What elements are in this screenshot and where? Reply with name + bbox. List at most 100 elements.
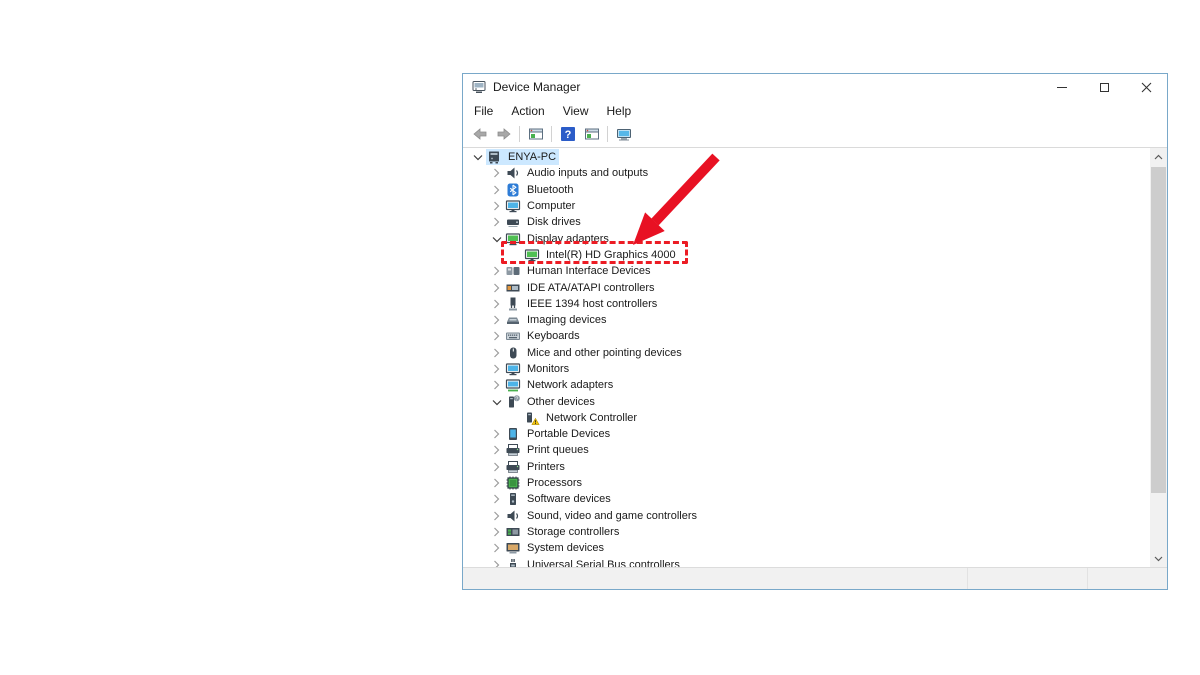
tree-item-content: System devices [505, 540, 607, 556]
maximize-button[interactable] [1083, 74, 1125, 100]
menu-view[interactable]: View [554, 102, 598, 120]
chevron-collapsed-icon[interactable] [488, 459, 505, 475]
tree-item-mice-and-other-pointing-devices[interactable]: Mice and other pointing devices [463, 345, 1167, 361]
tree-item-content: Network Controller [524, 410, 640, 426]
scroll-down-button[interactable] [1150, 550, 1167, 567]
speaker-icon [505, 508, 521, 524]
close-icon [1141, 82, 1152, 93]
tree-item-content: ENYA-PC [486, 149, 559, 165]
chevron-collapsed-icon[interactable] [488, 557, 505, 567]
chevron-collapsed-icon[interactable] [488, 475, 505, 491]
chevron-collapsed-icon[interactable] [488, 165, 505, 181]
minimize-button[interactable] [1041, 74, 1083, 100]
tree-item-label: Universal Serial Bus controllers [524, 558, 683, 567]
chevron-collapsed-icon[interactable] [488, 312, 505, 328]
close-button[interactable] [1125, 74, 1167, 100]
chevron-expanded-icon[interactable] [469, 149, 486, 165]
chevron-collapsed-icon[interactable] [488, 491, 505, 507]
chevron-collapsed-icon[interactable] [488, 296, 505, 312]
tree-item-computer[interactable]: Computer [463, 198, 1167, 214]
menu-bar: FileActionViewHelp [463, 100, 1167, 121]
chevron-collapsed-icon[interactable] [488, 263, 505, 279]
chevron-collapsed-icon[interactable] [488, 524, 505, 540]
tree-item-label: System devices [524, 541, 607, 555]
tree-item-label: Other devices [524, 395, 598, 409]
tree-item-keyboards[interactable]: Keyboards [463, 328, 1167, 344]
printer-icon [505, 459, 521, 475]
scroll-up-button[interactable] [1150, 148, 1167, 165]
tree-item-content: Computer [505, 198, 578, 214]
tree-item-label: Sound, video and game controllers [524, 509, 700, 523]
tree-item-software-devices[interactable]: Software devices [463, 491, 1167, 507]
chevron-collapsed-icon[interactable] [488, 361, 505, 377]
help-icon[interactable]: ? [559, 126, 576, 143]
tree-item-system-devices[interactable]: System devices [463, 540, 1167, 556]
tree-item-ieee-1394-host-controllers[interactable]: IEEE 1394 host controllers [463, 296, 1167, 312]
scan-computer-icon[interactable] [615, 126, 632, 143]
tree-item-label: IEEE 1394 host controllers [524, 297, 660, 311]
title-bar[interactable]: Device Manager [463, 74, 1167, 100]
tree-item-printers[interactable]: Printers [463, 459, 1167, 475]
tree-item-label: ENYA-PC [505, 150, 559, 164]
tree-item-monitors[interactable]: Monitors [463, 361, 1167, 377]
chevron-collapsed-icon[interactable] [488, 426, 505, 442]
tree-item-disk-drives[interactable]: Disk drives [463, 214, 1167, 230]
forward-arrow-icon[interactable] [495, 126, 512, 143]
tree-item-network-controller[interactable]: Network Controller [463, 410, 1167, 426]
tree-item-enya-pc[interactable]: ENYA-PC [463, 149, 1167, 165]
vertical-scrollbar[interactable] [1150, 148, 1167, 567]
tree-panel: ENYA-PCAudio inputs and outputsBluetooth… [463, 148, 1167, 567]
tree-item-ide-ata-atapi-controllers[interactable]: IDE ATA/ATAPI controllers [463, 279, 1167, 295]
tree-item-imaging-devices[interactable]: Imaging devices [463, 312, 1167, 328]
menu-help[interactable]: Help [598, 102, 641, 120]
chevron-collapsed-icon[interactable] [488, 214, 505, 230]
hid-icon [505, 263, 521, 279]
ieee1394-icon [505, 296, 521, 312]
tree-item-label: Network Controller [543, 411, 640, 425]
menu-file[interactable]: File [465, 102, 502, 120]
chevron-collapsed-icon[interactable] [488, 540, 505, 556]
chevron-collapsed-icon[interactable] [488, 508, 505, 524]
chevron-collapsed-icon[interactable] [488, 182, 505, 198]
tree-item-network-adapters[interactable]: Network adapters [463, 377, 1167, 393]
console-window-icon[interactable] [527, 126, 544, 143]
desktop: Device Manager FileActionViewHelp ? ENYA… [0, 0, 1200, 675]
tree-item-human-interface-devices[interactable]: Human Interface Devices [463, 263, 1167, 279]
ide-icon [505, 280, 521, 296]
tree-item-audio-inputs-and-outputs[interactable]: Audio inputs and outputs [463, 165, 1167, 181]
chevron-collapsed-icon[interactable] [488, 377, 505, 393]
tree-item-content: ?Other devices [505, 394, 598, 410]
status-segment-3 [1087, 568, 1167, 589]
tree-item-sound-video-and-game-controllers[interactable]: Sound, video and game controllers [463, 508, 1167, 524]
chevron-collapsed-icon[interactable] [488, 280, 505, 296]
tree-item-storage-controllers[interactable]: Storage controllers [463, 524, 1167, 540]
back-arrow-icon[interactable] [471, 126, 488, 143]
device-manager-icon [471, 79, 487, 95]
tree-item-label: Printers [524, 460, 568, 474]
tree-item-universal-serial-bus-controllers[interactable]: Universal Serial Bus controllers [463, 556, 1167, 567]
imaging-icon [505, 312, 521, 328]
chevron-up-icon [1154, 154, 1163, 160]
tree-item-portable-devices[interactable]: Portable Devices [463, 426, 1167, 442]
other-devices-icon: ? [505, 394, 521, 410]
properties-window-icon[interactable] [583, 126, 600, 143]
chevron-collapsed-icon[interactable] [488, 328, 505, 344]
tree-item-bluetooth[interactable]: Bluetooth [463, 182, 1167, 198]
tree-item-print-queues[interactable]: Print queues [463, 442, 1167, 458]
minimize-icon [1057, 87, 1067, 88]
tree-item-content: Processors [505, 475, 585, 491]
tree-item-content: Software devices [505, 491, 614, 507]
scrollbar-thumb[interactable] [1151, 167, 1166, 493]
chevron-collapsed-icon[interactable] [488, 198, 505, 214]
chevron-expanded-icon[interactable] [488, 394, 505, 410]
tree-item-label: Storage controllers [524, 525, 622, 539]
tree-item-label: Human Interface Devices [524, 264, 654, 278]
tree-item-content: Bluetooth [505, 182, 576, 198]
tree-item-other-devices[interactable]: ?Other devices [463, 393, 1167, 409]
chevron-collapsed-icon[interactable] [488, 345, 505, 361]
tree-item-label: Processors [524, 476, 585, 490]
toolbar-separator [607, 126, 608, 142]
menu-action[interactable]: Action [502, 102, 553, 120]
tree-item-processors[interactable]: Processors [463, 475, 1167, 491]
chevron-collapsed-icon[interactable] [488, 442, 505, 458]
